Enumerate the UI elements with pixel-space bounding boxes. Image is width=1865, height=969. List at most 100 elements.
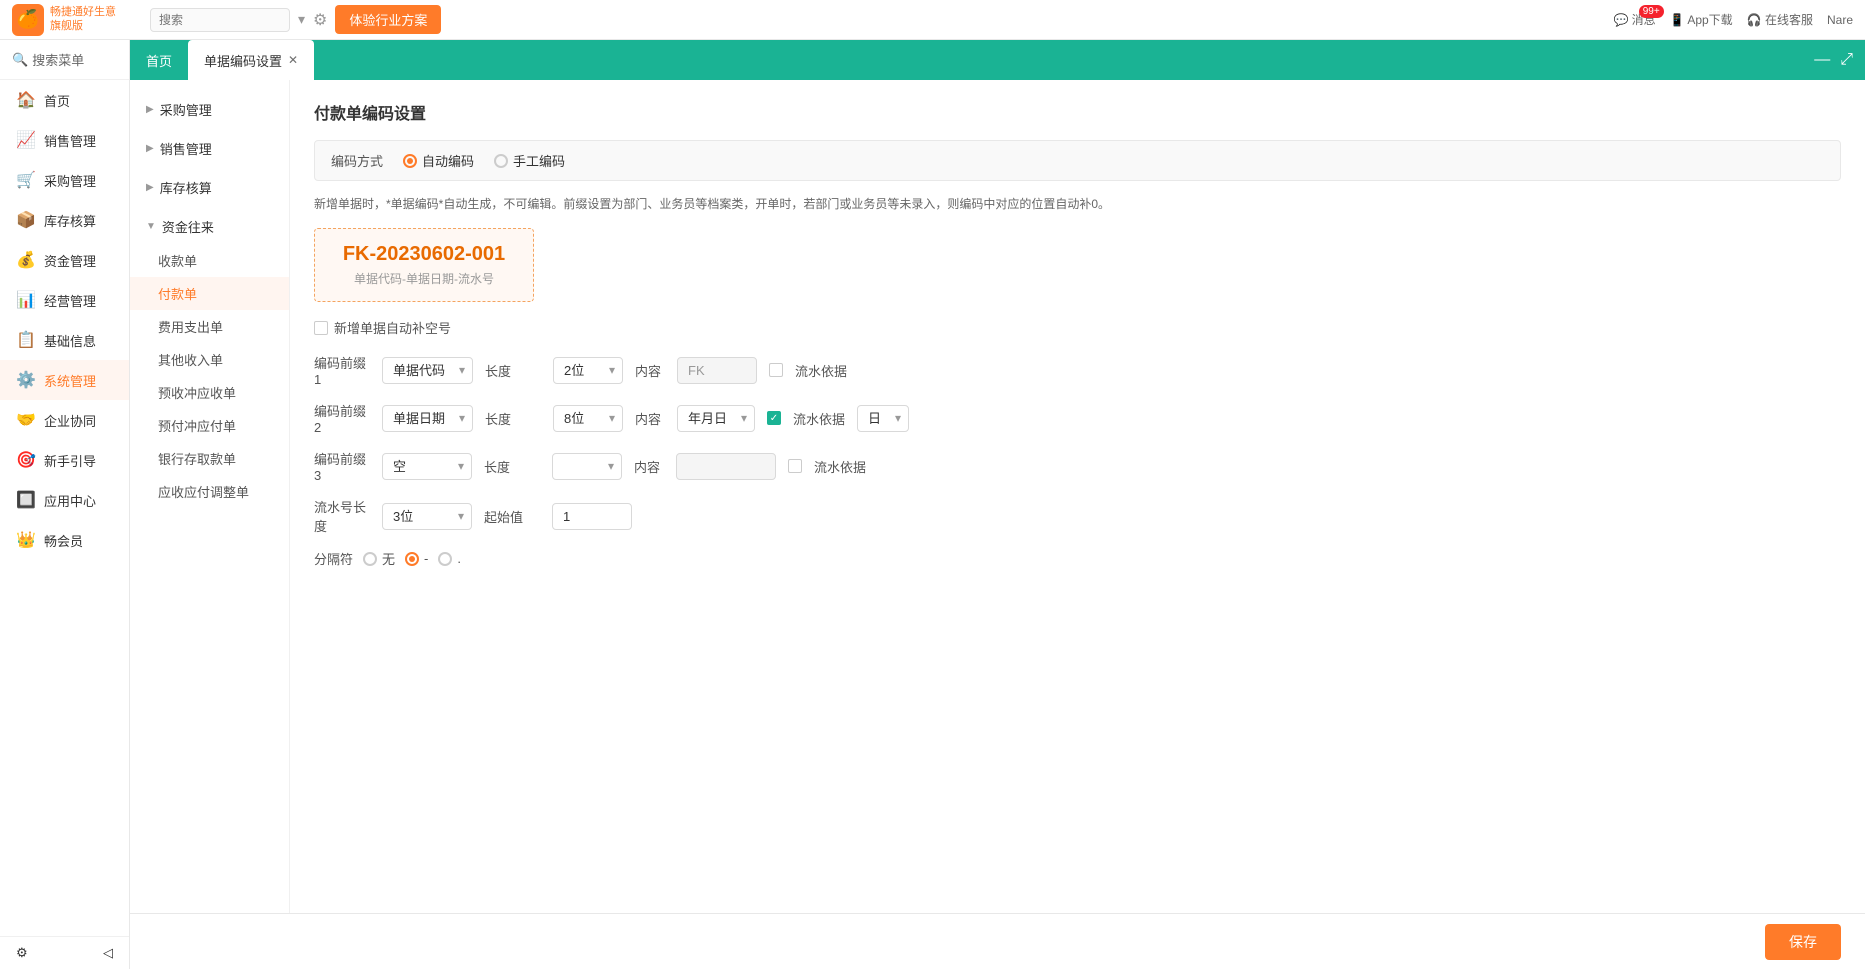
auto-encode-radio[interactable] (403, 154, 417, 168)
prefix1-label: 编码前缀1 (314, 353, 370, 387)
stream2-label: 流水依据 (793, 409, 845, 428)
prefix1-row: 编码前缀1 单据代码 长度 2位 内容 流水依据 (314, 353, 1841, 387)
separator-row: 分隔符 无 - . (314, 549, 1841, 568)
manual-encode-option[interactable]: 手工编码 (494, 151, 565, 170)
gear-icon[interactable]: ⚙ (313, 10, 327, 30)
sidebar-item-system[interactable]: ⚙️ 系统管理 (0, 360, 129, 400)
submenu-item-bank[interactable]: 银行存取款单 (130, 442, 289, 475)
bottom-bar: 保存 (130, 913, 1865, 969)
member-icon: 👑 (16, 530, 36, 550)
content3-label: 内容 (634, 457, 664, 476)
auto-encode-option[interactable]: 自动编码 (403, 151, 474, 170)
stream1-checkbox[interactable] (769, 363, 783, 377)
stream2-unit-wrapper: 日 (857, 405, 909, 432)
sidebar-item-coop[interactable]: 🤝 企业协同 (0, 400, 129, 440)
notification-badge: 99+ (1639, 5, 1664, 18)
user-profile[interactable]: Nare (1827, 13, 1853, 27)
username: Nare (1827, 13, 1853, 27)
sep-dot-option[interactable]: . (438, 551, 461, 566)
main-content: ▶ 采购管理 ▶ 销售管理 ▶ 库存核算 ▼ 资金往来 (130, 80, 1865, 969)
sep-dash-option[interactable]: - (405, 551, 428, 566)
sidebar-item-inventory[interactable]: 📦 库存核算 (0, 200, 129, 240)
prefix1-select[interactable]: 单据代码 (382, 357, 473, 384)
collapse-icon[interactable]: ◁ (103, 945, 113, 961)
stream2-checkbox[interactable]: ✓ (767, 411, 781, 425)
layout-body: ▶ 采购管理 ▶ 销售管理 ▶ 库存核算 ▼ 资金往来 (130, 80, 1865, 969)
content2-select[interactable]: 年月日 (677, 405, 755, 432)
basic-icon: 📋 (16, 330, 36, 350)
sep-none-option[interactable]: 无 (363, 549, 395, 568)
length1-select-wrapper: 2位 (553, 357, 623, 384)
sidebar-item-finance[interactable]: 💰 资金管理 (0, 240, 129, 280)
nav-tab-right-controls: — ⤢ (1814, 51, 1865, 69)
sep-dash-radio[interactable] (405, 552, 419, 566)
submenu-group-sales: ▶ 销售管理 (130, 131, 289, 166)
prefix2-row: 编码前缀2 单据日期 长度 8位 内容 年月日 (314, 401, 1841, 435)
submenu-group-sales-title[interactable]: ▶ 销售管理 (130, 131, 289, 166)
tab-doc-encoding[interactable]: 单据编码设置 ✕ (188, 40, 314, 80)
inventory-icon: 📦 (16, 210, 36, 230)
notification-button[interactable]: 💬 消息 99+ (1614, 11, 1656, 28)
length2-select[interactable]: 8位 (553, 405, 623, 432)
length3-label: 长度 (484, 457, 540, 476)
submenu-item-payment[interactable]: 付款单 (130, 277, 289, 310)
operation-icon: 📊 (16, 290, 36, 310)
prefix2-select-wrapper: 单据日期 (382, 405, 473, 432)
auto-fill-row: 新增单据自动补空号 (314, 318, 1841, 337)
prefix3-select[interactable]: 空 (382, 453, 472, 480)
sidebar-item-sales[interactable]: 📈 销售管理 (0, 120, 129, 160)
submenu-item-prepay-payable[interactable]: 预付冲应付单 (130, 409, 289, 442)
content2-label: 内容 (635, 409, 665, 428)
sidebar-item-member[interactable]: 👑 畅会员 (0, 520, 129, 560)
stream2-unit-select[interactable]: 日 (857, 405, 909, 432)
phone-icon: 📱 (1670, 13, 1685, 27)
home-icon: 🏠 (16, 90, 36, 110)
sidebar-item-operation[interactable]: 📊 经营管理 (0, 280, 129, 320)
start-value-input[interactable] (552, 503, 632, 530)
submenu-item-prepay-receivable[interactable]: 预收冲应收单 (130, 376, 289, 409)
sidebar-item-guide[interactable]: 🎯 新手引导 (0, 440, 129, 480)
length3-select[interactable] (552, 453, 622, 480)
sidebar-item-home[interactable]: 🏠 首页 (0, 80, 129, 120)
separator-label: 分隔符 (314, 549, 353, 568)
encode-method-label: 编码方式 (331, 151, 383, 170)
content1-input (677, 357, 757, 384)
sep-dot-radio[interactable] (438, 552, 452, 566)
submenu-item-adjustment[interactable]: 应收应付调整单 (130, 475, 289, 508)
sidebar: 🔍 搜索菜单 🏠 首页 📈 销售管理 🛒 采购管理 📦 库存核算 💰 资金管理 … (0, 40, 130, 969)
finance-icon: 💰 (16, 250, 36, 270)
maximize-icon[interactable]: ⤢ (1840, 51, 1853, 69)
submenu-group-inventory-title[interactable]: ▶ 库存核算 (130, 170, 289, 205)
submenu-item-other-income[interactable]: 其他收入单 (130, 343, 289, 376)
tab-home[interactable]: 首页 (130, 40, 188, 80)
online-service-button[interactable]: 🎧 在线客服 (1747, 11, 1813, 28)
experience-button[interactable]: 体验行业方案 (335, 5, 441, 34)
dropdown-arrow-icon[interactable]: ▾ (298, 11, 305, 28)
search-input[interactable] (150, 8, 290, 32)
stream3-label: 流水依据 (814, 457, 866, 476)
save-button[interactable]: 保存 (1765, 924, 1841, 960)
sep-none-radio[interactable] (363, 552, 377, 566)
sidebar-search[interactable]: 🔍 搜索菜单 (0, 40, 129, 80)
submenu-group-purchase-title[interactable]: ▶ 采购管理 (130, 92, 289, 127)
sidebar-item-purchase[interactable]: 🛒 采购管理 (0, 160, 129, 200)
stream3-checkbox[interactable] (788, 459, 802, 473)
auto-fill-checkbox[interactable] (314, 321, 328, 335)
submenu-group-capital-title[interactable]: ▼ 资金往来 (130, 209, 289, 244)
coop-icon: 🤝 (16, 410, 36, 430)
settings-icon[interactable]: ⚙ (16, 945, 28, 961)
tab-close-icon[interactable]: ✕ (288, 53, 298, 67)
sidebar-item-apps[interactable]: 🔲 应用中心 (0, 480, 129, 520)
manual-encode-radio[interactable] (494, 154, 508, 168)
submenu-item-receipt[interactable]: 收款单 (130, 244, 289, 277)
submenu-group-purchase: ▶ 采购管理 (130, 92, 289, 127)
page-content: 付款单编码设置 编码方式 自动编码 手工编码 新增单据时，*单据编码*自动生成，… (290, 80, 1865, 969)
app-download-button[interactable]: 📱 App下载 (1670, 11, 1733, 28)
length1-select[interactable]: 2位 (553, 357, 623, 384)
sales-icon: 📈 (16, 130, 36, 150)
serial-length-select[interactable]: 3位 (382, 503, 472, 530)
submenu-item-expense[interactable]: 费用支出单 (130, 310, 289, 343)
minimize-icon[interactable]: — (1814, 51, 1830, 69)
sidebar-item-basic[interactable]: 📋 基础信息 (0, 320, 129, 360)
prefix2-select[interactable]: 单据日期 (382, 405, 473, 432)
